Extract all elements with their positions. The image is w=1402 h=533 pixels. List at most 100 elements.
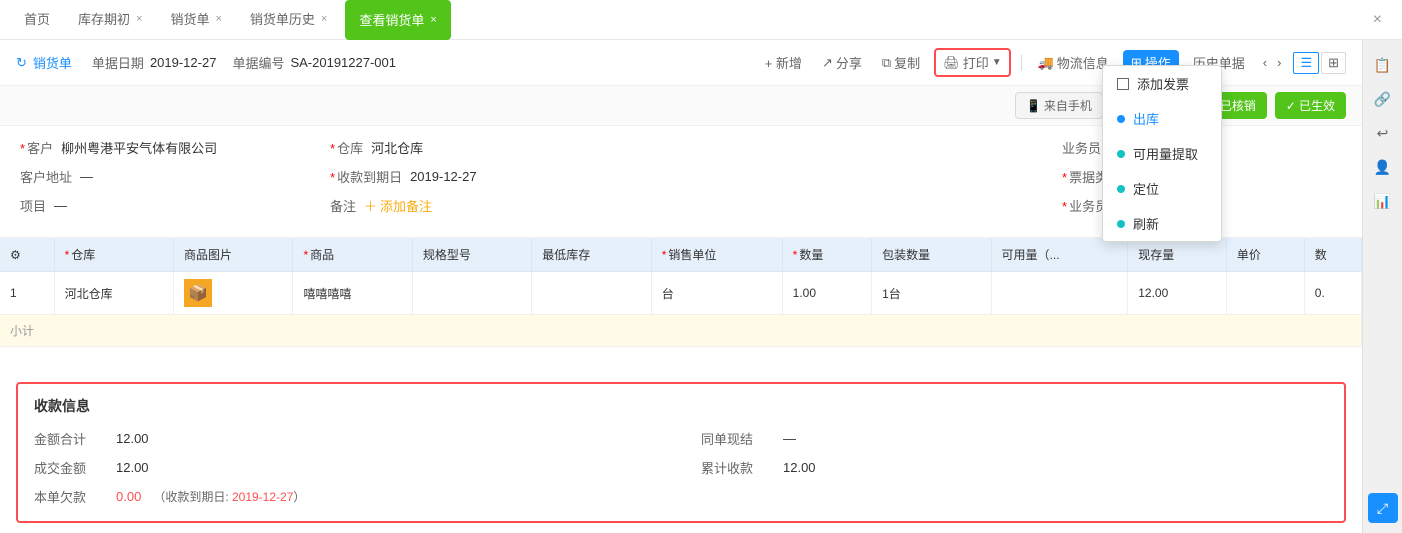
customer-label: 客户 [20, 138, 53, 157]
product-image: 📦 [184, 279, 212, 307]
window-close-button[interactable]: × [1363, 11, 1392, 29]
cell-min-stock [532, 272, 651, 315]
payment-settle-label: 同单现结 [701, 429, 771, 448]
col-settings: ⚙ [0, 238, 54, 272]
col-product: 商品 [293, 238, 412, 272]
payment-total-value: 12.00 [116, 431, 149, 446]
tab-home[interactable]: 首页 [10, 0, 64, 40]
copy-icon: ⧉ [882, 55, 891, 71]
payment-owed-note: （收款到期日: 2019-12-27） [153, 488, 305, 505]
cell-unit: 台 [651, 272, 782, 315]
customer-value: 柳州粤港平安气体有限公司 [61, 138, 217, 157]
view-toggle: ☰ ⊞ [1293, 52, 1346, 74]
logistics-label: 物流信息 [1057, 53, 1109, 72]
payment-grid: 金额合计 12.00 同单现结 — 成交金额 12.00 累计收款 12.00 [34, 426, 1328, 509]
truck-icon: 🚚 [1038, 55, 1054, 71]
sidebar-doc-icon[interactable]: 📋 [1368, 50, 1398, 80]
payment-date-label: 收款到期日 [330, 167, 402, 186]
new-button[interactable]: + 新增 [759, 51, 808, 74]
operations-dropdown: 添加发票 出库 可用量提取 定位 刷新 [1102, 65, 1222, 242]
dropdown-locate[interactable]: 定位 [1103, 171, 1221, 206]
add-note-button[interactable]: ＋ 添加备注 [364, 196, 432, 215]
outbound-label: 出库 [1133, 109, 1159, 128]
note-field: 备注 ＋ 添加备注 [330, 196, 610, 215]
add-note-label: 添加备注 [380, 196, 432, 215]
phone-icon: 📱 [1026, 99, 1041, 113]
tab-sales-close[interactable]: × [215, 13, 221, 25]
payment-section: 收款信息 金额合计 12.00 同单现结 — 成交金额 12.00 [16, 382, 1346, 523]
prev-arrow[interactable]: ‹ [1259, 53, 1271, 72]
tab-inventory[interactable]: 库存期初 × [64, 0, 156, 40]
col-min-stock: 最低库存 [532, 238, 651, 272]
project-label: 项目 [20, 196, 46, 215]
col-other: 数 [1304, 238, 1361, 272]
right-sidebar: 📋 🔗 ↩ 👤 📊 ⤢ [1362, 40, 1402, 533]
cell-price [1226, 272, 1304, 315]
cell-other: 0. [1304, 272, 1361, 315]
tab-view-sales-close[interactable]: × [430, 14, 436, 26]
tab-sales[interactable]: 销货单 × [156, 0, 235, 40]
next-arrow[interactable]: › [1273, 53, 1285, 72]
products-table: ⚙ 仓库 商品图片 商品 规格型号 最低库存 销售单位 数量 包装数量 可用量（… [0, 238, 1362, 347]
sidebar-return-icon[interactable]: ↩ [1368, 118, 1398, 148]
copy-button[interactable]: ⧉ 复制 [876, 51, 926, 74]
number-label: 单据编号 [232, 53, 284, 72]
tab-home-label: 首页 [24, 9, 50, 28]
locate-dot [1117, 185, 1125, 193]
col-pack-qty: 包装数量 [872, 238, 991, 272]
tab-inventory-close[interactable]: × [136, 13, 142, 25]
already-effect-label: 已生效 [1299, 97, 1335, 114]
payment-total-label: 金额合计 [34, 429, 104, 448]
from-phone-label: 来自手机 [1044, 97, 1092, 114]
date-label: 单据日期 [92, 53, 144, 72]
staff-label: 业务员 [1062, 138, 1101, 157]
sidebar-link-icon[interactable]: 🔗 [1368, 84, 1398, 114]
refresh-label: 刷新 [1133, 214, 1159, 233]
sidebar-user-icon[interactable]: 👤 [1368, 152, 1398, 182]
col-available: 可用量（... [991, 238, 1128, 272]
outbound-dot [1117, 115, 1125, 123]
tab-sales-history-close[interactable]: × [321, 13, 327, 25]
list-view-button[interactable]: ☰ [1293, 52, 1319, 74]
locate-label: 定位 [1133, 179, 1159, 198]
table-container: ⚙ 仓库 商品图片 商品 规格型号 最低库存 销售单位 数量 包装数量 可用量（… [0, 238, 1362, 372]
new-label: + 新增 [765, 53, 802, 72]
print-button[interactable]: 🖨 打印 ▼ [939, 51, 1005, 74]
doc-title: ↻ 销货单 [16, 53, 72, 72]
from-phone-button[interactable]: 📱 来自手机 [1015, 92, 1103, 119]
print-dropdown-icon: ▼ [992, 57, 1002, 68]
print-label: 打印 [963, 53, 989, 72]
cell-pack-qty: 1台 [872, 272, 991, 315]
table-row: 1 河北仓库 📦 嘻嘻嘻嘻 台 1.00 1台 [0, 272, 1362, 315]
payment-deal-row: 成交金额 12.00 [34, 455, 661, 480]
payment-date-field: 收款到期日 2019-12-27 [330, 167, 610, 186]
payment-total-row: 金额合计 12.00 [34, 426, 661, 451]
dropdown-refresh[interactable]: 刷新 [1103, 206, 1221, 241]
dropdown-add-invoice[interactable]: 添加发票 [1103, 66, 1221, 101]
share-button[interactable]: ↗ 分享 [816, 51, 868, 74]
col-stock: 现存量 [1128, 238, 1227, 272]
sidebar-expand-icon[interactable]: ⤢ [1368, 493, 1398, 523]
cell-image: 📦 [174, 272, 293, 315]
doc-title-text: 销货单 [33, 53, 72, 72]
tab-sales-history[interactable]: 销货单历史 × [236, 0, 341, 40]
print-icon: 🖨 [943, 55, 960, 71]
warehouse-field: 仓库 河北仓库 [330, 138, 610, 157]
copy-label: 复制 [894, 53, 920, 72]
tab-view-sales[interactable]: 查看销货单 × [345, 0, 450, 40]
already-effect-button[interactable]: ✓ 已生效 [1275, 92, 1346, 119]
tab-view-sales-label: 查看销货单 [359, 10, 424, 29]
already-cancel-label: 已核销 [1220, 97, 1256, 114]
tab-bar: 首页 库存期初 × 销货单 × 销货单历史 × 查看销货单 × × [0, 0, 1402, 40]
dropdown-available[interactable]: 可用量提取 [1103, 136, 1221, 171]
cell-available [991, 272, 1128, 315]
date-value: 2019-12-27 [150, 55, 217, 70]
payment-settle-row: 同单现结 — [701, 426, 1328, 451]
payment-owed-label: 本单欠款 [34, 487, 104, 506]
grid-view-button[interactable]: ⊞ [1321, 52, 1346, 74]
dropdown-outbound[interactable]: 出库 [1103, 101, 1221, 136]
invoice-icon [1117, 78, 1129, 90]
payment-received-value: 12.00 [783, 460, 816, 475]
project-field: 项目 — [20, 196, 300, 215]
sidebar-chart-icon[interactable]: 📊 [1368, 186, 1398, 216]
